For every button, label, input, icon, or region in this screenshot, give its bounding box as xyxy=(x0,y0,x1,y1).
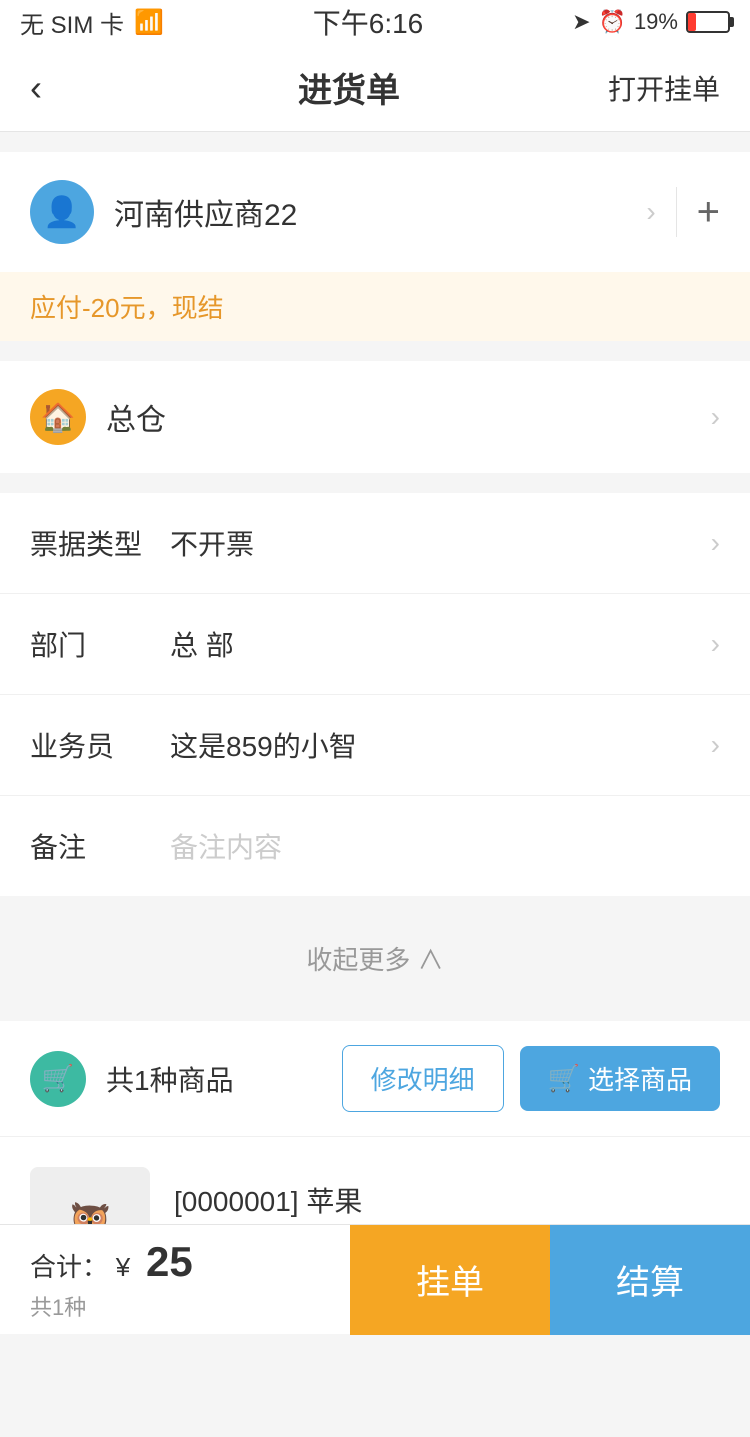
vertical-divider xyxy=(676,187,677,237)
supplier-chevron-icon: › xyxy=(646,196,655,228)
supplier-row: 👤 河南供应商22 › + xyxy=(0,152,750,272)
bottom-bar: 合计： ¥ 25 共1种 挂单 结算 xyxy=(0,1224,750,1334)
supplier-actions: › + xyxy=(646,187,720,237)
shopping-icon: 🛒 xyxy=(42,1063,74,1094)
salesperson-label: 业务员 xyxy=(30,725,150,765)
status-left: 无 SIM 卡 📶 xyxy=(20,5,164,40)
department-value: 总 部 xyxy=(150,624,711,664)
carrier-text: 无 SIM 卡 xyxy=(20,5,124,40)
product-header: 🛒 共1种商品 修改明细 🛒 选择商品 xyxy=(0,1021,750,1137)
total-label: 合计： xyxy=(30,1252,108,1282)
total-row: 合计： ¥ 25 xyxy=(30,1238,320,1286)
supplier-section: 👤 河南供应商22 › + 应付-20元，现结 xyxy=(0,152,750,341)
gap-1 xyxy=(0,132,750,152)
supplier-name[interactable]: 河南供应商22 xyxy=(114,190,646,234)
status-right: ➤ ⏰ 19% xyxy=(572,9,730,35)
product-name: [0000001] 苹果 xyxy=(174,1180,660,1220)
total-amount: 25 xyxy=(146,1238,193,1285)
add-supplier-button[interactable]: + xyxy=(697,190,720,235)
department-chevron-icon: › xyxy=(711,628,720,660)
product-code: [0000001] xyxy=(174,1186,299,1217)
select-product-icon: 🛒 xyxy=(548,1063,580,1094)
supplier-notice: 应付-20元，现结 xyxy=(0,272,750,341)
select-product-button[interactable]: 🛒 选择商品 xyxy=(520,1046,720,1111)
remark-placeholder: 备注内容 xyxy=(150,826,720,866)
ticket-value: 不开票 xyxy=(150,523,711,563)
location-icon: ➤ xyxy=(572,9,590,35)
salesperson-value: 这是859的小智 xyxy=(150,725,711,765)
avatar-icon: 👤 xyxy=(43,195,80,230)
edit-detail-button[interactable]: 修改明细 xyxy=(342,1045,504,1112)
form-row-salesperson[interactable]: 业务员 这是859的小智 › xyxy=(0,695,750,796)
checkout-button[interactable]: 结算 xyxy=(550,1225,750,1335)
page-title: 进货单 xyxy=(298,63,400,112)
house-icon: 🏠 xyxy=(41,401,76,434)
back-button[interactable]: ‹ xyxy=(30,67,90,109)
total-sub: 共1种 xyxy=(30,1290,320,1322)
alarm-icon: ⏰ xyxy=(599,9,626,35)
ticket-label: 票据类型 xyxy=(30,523,150,563)
collapse-label: 收起更多 ∧ xyxy=(306,940,443,977)
department-label: 部门 xyxy=(30,624,150,664)
form-row-department[interactable]: 部门 总 部 › xyxy=(0,594,750,695)
battery-percent: 19% xyxy=(634,9,678,35)
product-name-text: 苹果 xyxy=(306,1186,362,1217)
product-icon-wrap: 🛒 xyxy=(30,1051,86,1107)
select-product-label: 选择商品 xyxy=(588,1060,692,1097)
warehouse-icon: 🏠 xyxy=(30,389,86,445)
total-area: 合计： ¥ 25 共1种 xyxy=(0,1238,350,1322)
wifi-icon: 📶 xyxy=(134,8,164,37)
supplier-avatar: 👤 xyxy=(30,180,94,244)
total-unit: ¥ xyxy=(116,1252,130,1282)
form-row-ticket[interactable]: 票据类型 不开票 › xyxy=(0,493,750,594)
nav-bar: ‹ 进货单 打开挂单 xyxy=(0,44,750,132)
open-hang-button[interactable]: 打开挂单 xyxy=(608,68,720,108)
ticket-chevron-icon: › xyxy=(711,527,720,559)
form-row-remark[interactable]: 备注 备注内容 xyxy=(0,796,750,896)
warehouse-chevron-icon: › xyxy=(711,401,720,433)
form-section: 票据类型 不开票 › 部门 总 部 › 业务员 这是859的小智 › 备注 备注… xyxy=(0,493,750,896)
salesperson-chevron-icon: › xyxy=(711,729,720,761)
warehouse-section[interactable]: 🏠 总仓 › xyxy=(0,361,750,473)
status-bar: 无 SIM 卡 📶 下午6:16 ➤ ⏰ 19% xyxy=(0,0,750,44)
remark-label: 备注 xyxy=(30,826,150,866)
collapse-button[interactable]: 收起更多 ∧ xyxy=(0,916,750,1001)
status-time: 下午6:16 xyxy=(313,2,424,42)
product-count: 共1种商品 xyxy=(106,1059,342,1099)
hang-button[interactable]: 挂单 xyxy=(350,1225,550,1335)
warehouse-name: 总仓 xyxy=(106,395,711,439)
battery-icon xyxy=(686,11,730,33)
